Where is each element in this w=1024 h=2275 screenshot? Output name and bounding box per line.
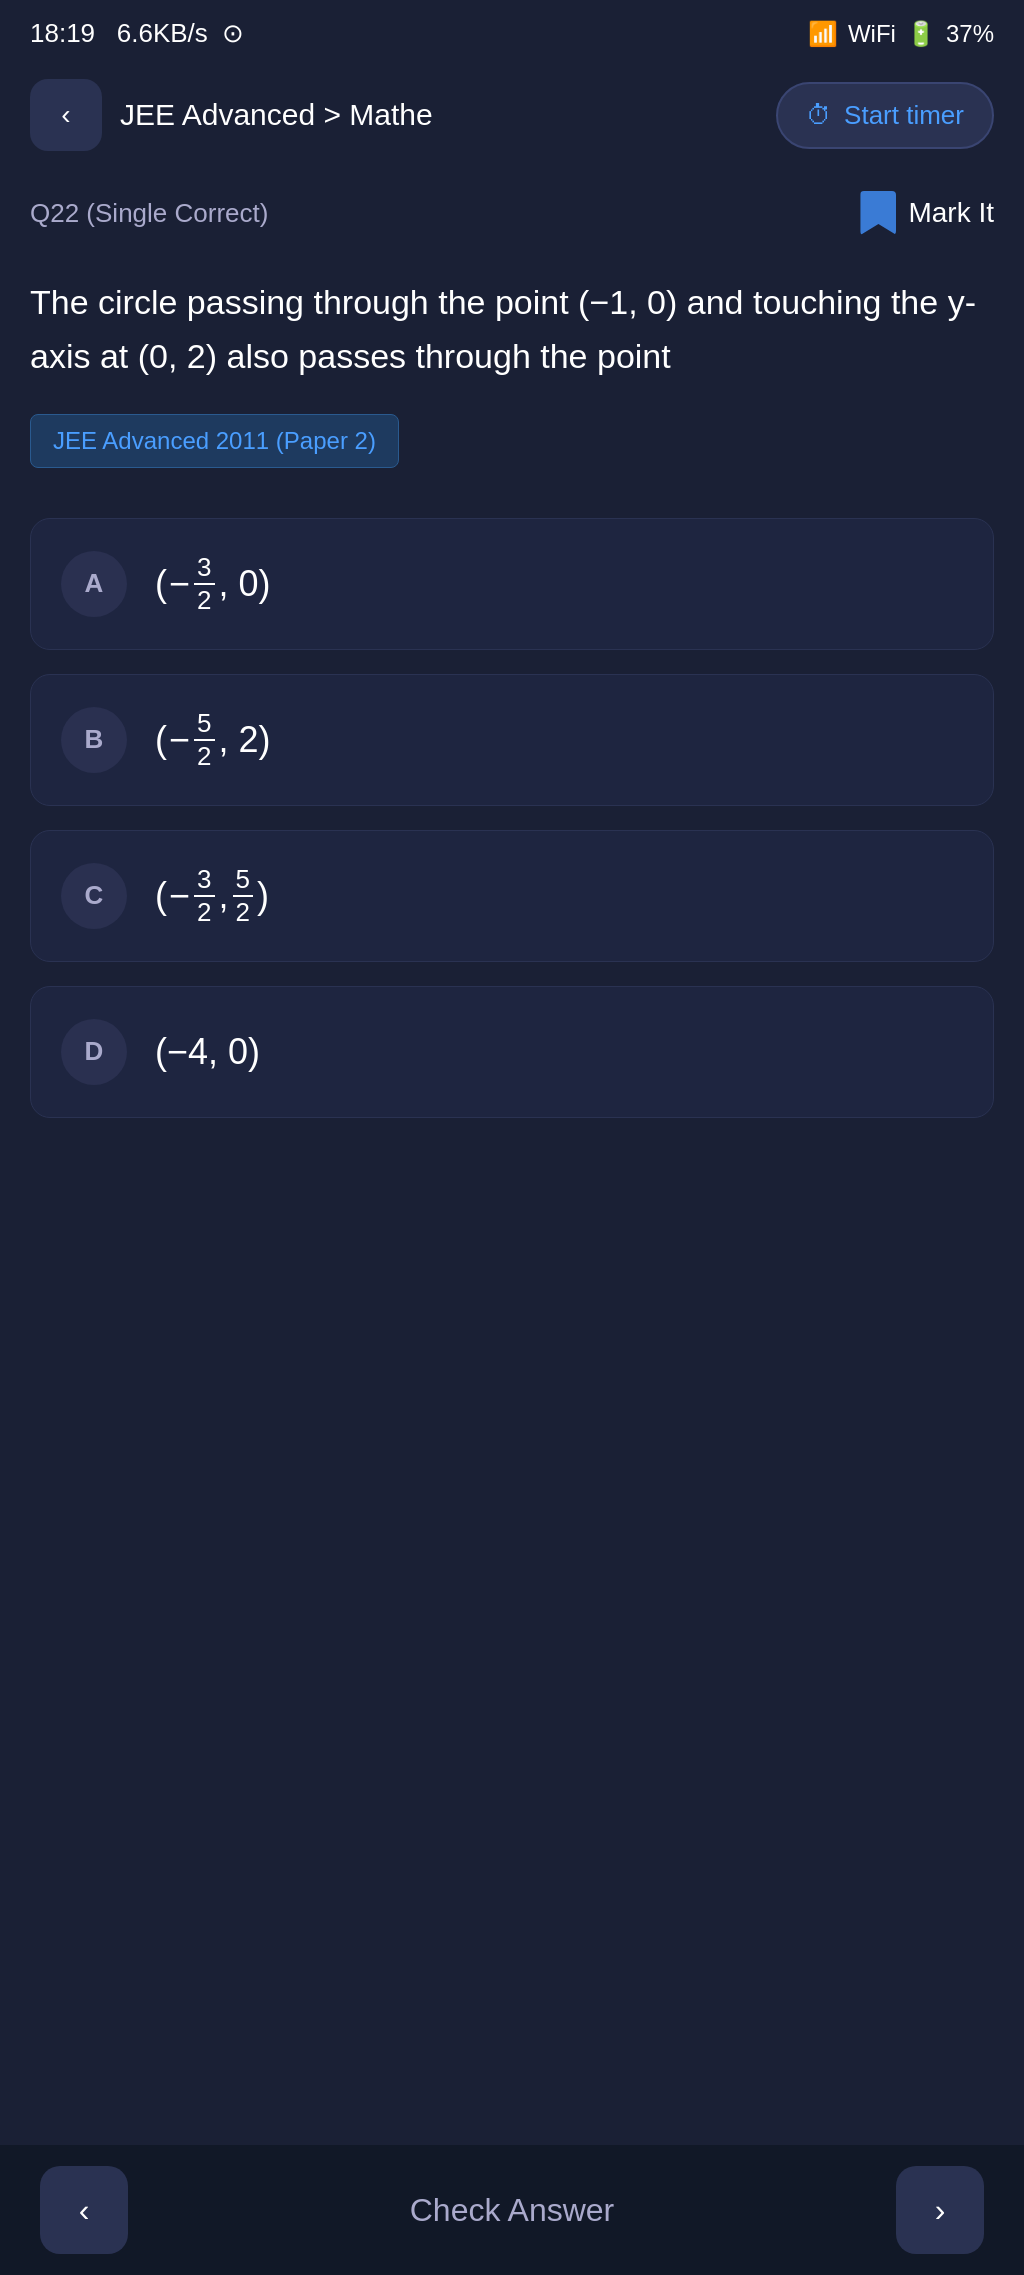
option-d-text: (−4, 0) [155, 1027, 260, 1077]
status-network: 6.6KB/s [117, 18, 208, 48]
next-button[interactable]: › [896, 2166, 984, 2254]
question-tag: JEE Advanced 2011 (Paper 2) [30, 414, 399, 468]
option-a-circle: A [61, 551, 127, 617]
prev-button[interactable]: ‹ [40, 2166, 128, 2254]
bottom-bar: ‹ Check Answer › [0, 2145, 1024, 2275]
header: ‹ JEE Advanced > Mathe ⏱ Start timer [0, 59, 1024, 181]
mark-it-button[interactable]: Mark It [860, 191, 994, 235]
option-b-circle: B [61, 707, 127, 773]
question-meta: Q22 (Single Correct) Mark It [0, 181, 1024, 255]
battery-percent: 37% [946, 20, 994, 48]
start-timer-label: Start timer [844, 100, 964, 131]
option-d-card[interactable]: D (−4, 0) [30, 986, 994, 1118]
header-title: JEE Advanced > Mathe [120, 98, 433, 132]
back-button[interactable]: ‹ [30, 79, 102, 151]
option-d-circle: D [61, 1019, 127, 1085]
status-time: 18:19 [30, 18, 95, 48]
status-bar: 18:19 6.6KB/s ⊙ 📶 WiFi 🔋 37% [0, 0, 1024, 59]
question-text: The circle passing through the point (−1… [0, 255, 1024, 414]
signal-icon: 📶 [808, 20, 838, 48]
option-a-text: ( − 3 2 , 0) [155, 552, 271, 616]
timer-icon: ⏱ [806, 100, 832, 131]
wifi-icon: WiFi [848, 20, 896, 48]
option-c-text: ( − 3 2 , 5 2 ) [155, 864, 269, 928]
back-chevron-icon: ‹ [61, 99, 70, 131]
status-icons: 📶 WiFi 🔋 37% [808, 20, 994, 48]
prev-icon: ‹ [79, 2192, 90, 2229]
header-left: ‹ JEE Advanced > Mathe [30, 79, 433, 151]
option-b-text: ( − 5 2 , 2) [155, 708, 271, 772]
tag-area: JEE Advanced 2011 (Paper 2) [0, 414, 1024, 518]
options-area: A ( − 3 2 , 0) B ( − 5 2 , 2) C ( − [0, 518, 1024, 1118]
option-c-card[interactable]: C ( − 3 2 , 5 2 ) [30, 830, 994, 962]
battery-icon: 🔋 [906, 20, 936, 48]
option-b-card[interactable]: B ( − 5 2 , 2) [30, 674, 994, 806]
option-a-card[interactable]: A ( − 3 2 , 0) [30, 518, 994, 650]
bookmark-icon [860, 191, 896, 235]
question-label: Q22 (Single Correct) [30, 198, 268, 229]
check-answer-button[interactable]: Check Answer [410, 2192, 615, 2229]
mark-it-label: Mark It [908, 197, 994, 229]
next-icon: › [935, 2192, 946, 2229]
status-time-network: 18:19 6.6KB/s ⊙ [30, 18, 244, 49]
start-timer-button[interactable]: ⏱ Start timer [776, 82, 994, 149]
option-c-circle: C [61, 863, 127, 929]
